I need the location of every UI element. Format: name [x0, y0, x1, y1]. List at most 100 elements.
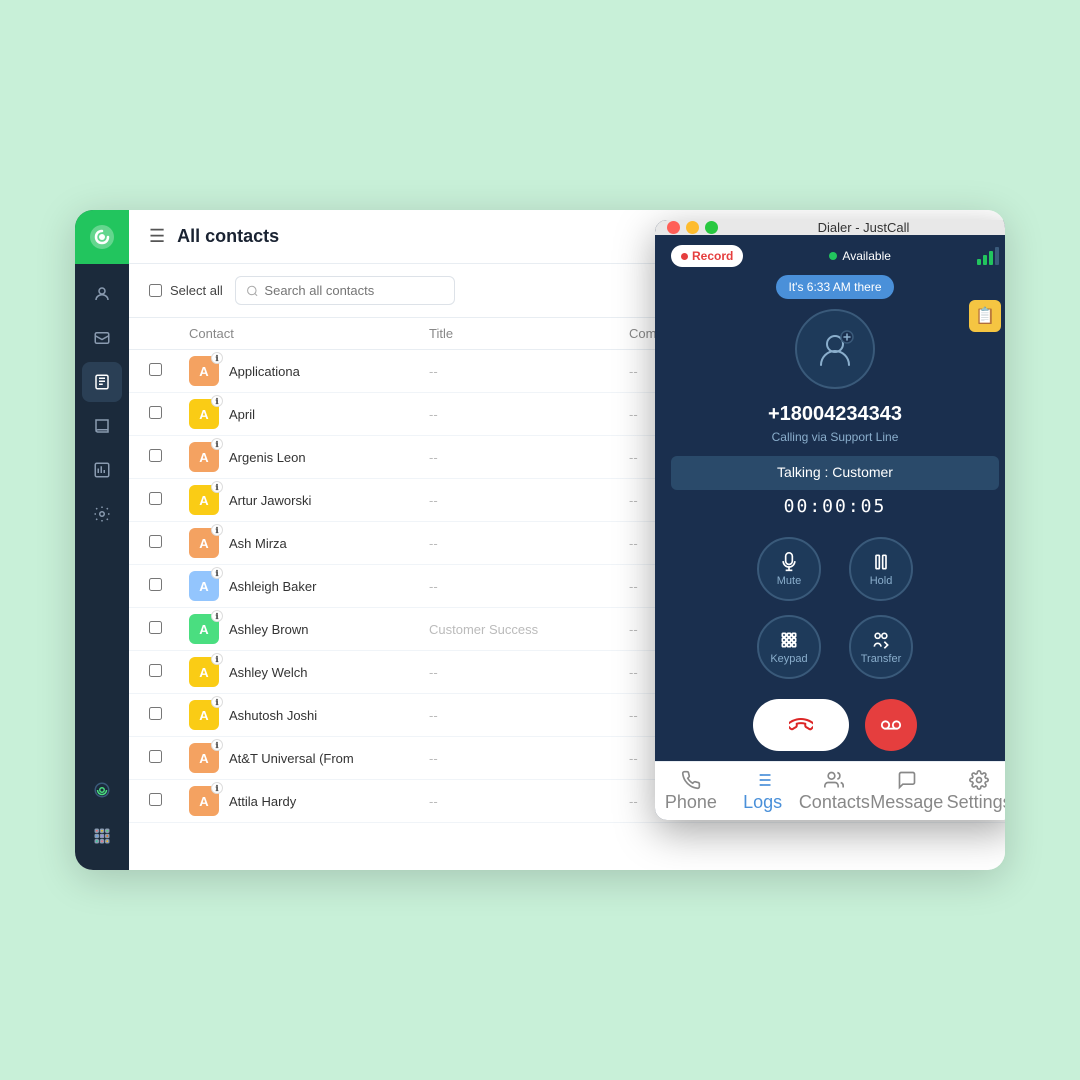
avatar: A ℹ: [189, 786, 219, 816]
dialer-titlebar: Dialer - JustCall: [655, 220, 1005, 235]
contact-name: Artur Jaworski: [229, 493, 311, 508]
phone-number: +18004234343: [768, 403, 902, 426]
contact-name: April: [229, 407, 255, 422]
avatar-badge: ℹ: [211, 782, 223, 794]
avatar-badge: ℹ: [211, 567, 223, 579]
row-checkbox[interactable]: [149, 707, 162, 720]
row-checkbox[interactable]: [149, 492, 162, 505]
sidebar-home[interactable]: [82, 274, 122, 314]
hold-button[interactable]: Hold: [849, 537, 913, 601]
nav-message[interactable]: Message: [870, 764, 943, 819]
nav-logs[interactable]: Logs: [727, 764, 799, 819]
avatar: A ℹ: [189, 356, 219, 386]
voicemail-button[interactable]: [865, 699, 917, 751]
sidebar-apps[interactable]: [82, 816, 122, 856]
select-all-wrap: Select all: [149, 283, 223, 298]
avatar-badge: ℹ: [211, 352, 223, 364]
contact-cell: A ℹ Applicationa: [189, 356, 429, 386]
avatar-badge: ℹ: [211, 653, 223, 665]
contact-title: --: [429, 751, 629, 766]
keypad-button[interactable]: Keypad: [757, 615, 821, 679]
contact-name: Ashleigh Baker: [229, 579, 316, 594]
avatar: A ℹ: [189, 399, 219, 429]
select-all-label: Select all: [170, 283, 223, 298]
nav-phone[interactable]: Phone: [655, 764, 727, 819]
contact-cell: A ℹ At&T Universal (From: [189, 743, 429, 773]
row-checkbox[interactable]: [149, 750, 162, 763]
contact-title: --: [429, 579, 629, 594]
minimize-button[interactable]: [686, 221, 699, 234]
sidebar-settings[interactable]: [82, 494, 122, 534]
transfer-button[interactable]: Transfer: [849, 615, 913, 679]
hangup-button[interactable]: [753, 699, 849, 751]
talking-bar: Talking : Customer: [671, 456, 999, 490]
dialer-popup: Dialer - JustCall Record Available: [655, 220, 1005, 820]
caller-avatar: [795, 309, 875, 389]
app-logo[interactable]: [75, 210, 129, 264]
calling-via: Calling via Support Line: [772, 430, 899, 444]
row-checkbox[interactable]: [149, 664, 162, 677]
row-checkbox[interactable]: [149, 535, 162, 548]
contact-title: --: [429, 708, 629, 723]
avatar: A ℹ: [189, 485, 219, 515]
row-checkbox[interactable]: [149, 578, 162, 591]
record-label: Record: [692, 249, 733, 263]
row-checkbox[interactable]: [149, 621, 162, 634]
hold-label: Hold: [870, 575, 893, 587]
row-checkbox[interactable]: [149, 449, 162, 462]
nav-message-label: Message: [870, 792, 943, 813]
nav-contacts[interactable]: Contacts: [798, 764, 870, 819]
avatar: A ℹ: [189, 743, 219, 773]
dialer-controls: Mute Hold Keypad: [671, 537, 999, 679]
avatar-badge: ℹ: [211, 395, 223, 407]
note-button[interactable]: 📋: [969, 300, 1001, 332]
contact-cell: A ℹ Ash Mirza: [189, 528, 429, 558]
record-dot: [681, 253, 688, 260]
avatar-badge: ℹ: [211, 481, 223, 493]
search-icon: [246, 284, 259, 298]
contact-title: --: [429, 407, 629, 422]
row-checkbox[interactable]: [149, 793, 162, 806]
avatar-badge: ℹ: [211, 524, 223, 536]
contact-cell: A ℹ Artur Jaworski: [189, 485, 429, 515]
close-button[interactable]: [667, 221, 680, 234]
contact-cell: A ℹ Ashley Brown: [189, 614, 429, 644]
nav-settings-label: Settings: [947, 792, 1005, 813]
menu-icon[interactable]: ☰: [149, 226, 165, 247]
row-checkbox[interactable]: [149, 406, 162, 419]
record-button[interactable]: Record: [671, 245, 743, 267]
sidebar-contacts[interactable]: [82, 362, 122, 402]
search-input[interactable]: [264, 283, 443, 298]
available-dot: [829, 252, 837, 260]
avatar: A ℹ: [189, 528, 219, 558]
row-checkbox[interactable]: [149, 363, 162, 376]
contact-title: --: [429, 493, 629, 508]
contact-cell: A ℹ Argenis Leon: [189, 442, 429, 472]
app-window: ☰ All contacts Ex Select all Contact Tit…: [75, 210, 1005, 870]
sidebar-chart[interactable]: [82, 450, 122, 490]
maximize-button[interactable]: [705, 221, 718, 234]
signal-bar-3: [989, 251, 993, 265]
contact-title: --: [429, 665, 629, 680]
dialer-body: Record Available 📋 It's 6:33 AM there: [655, 235, 1005, 761]
search-box: [235, 276, 455, 305]
sidebar-integrations[interactable]: [82, 770, 122, 810]
signal-bar-1: [977, 259, 981, 265]
keypad-label: Keypad: [770, 653, 807, 665]
talking-label: Talking : Customer: [777, 464, 893, 480]
page-title: All contacts: [177, 226, 279, 247]
dialer-nav: Phone Logs Contacts Message Settings: [655, 761, 1005, 820]
sidebar-book[interactable]: [82, 406, 122, 446]
mute-button[interactable]: Mute: [757, 537, 821, 601]
contact-cell: A ℹ April: [189, 399, 429, 429]
controls-row-1: Mute Hold: [757, 537, 913, 601]
nav-settings[interactable]: Settings: [943, 764, 1005, 819]
contact-name: Ashley Welch: [229, 665, 308, 680]
select-all-checkbox[interactable]: [149, 284, 162, 297]
time-badge: It's 6:33 AM there: [776, 275, 893, 299]
call-actions: [671, 699, 999, 751]
transfer-label: Transfer: [861, 653, 902, 665]
contact-cell: A ℹ Ashleigh Baker: [189, 571, 429, 601]
avatar: A ℹ: [189, 442, 219, 472]
sidebar-inbox[interactable]: [82, 318, 122, 358]
